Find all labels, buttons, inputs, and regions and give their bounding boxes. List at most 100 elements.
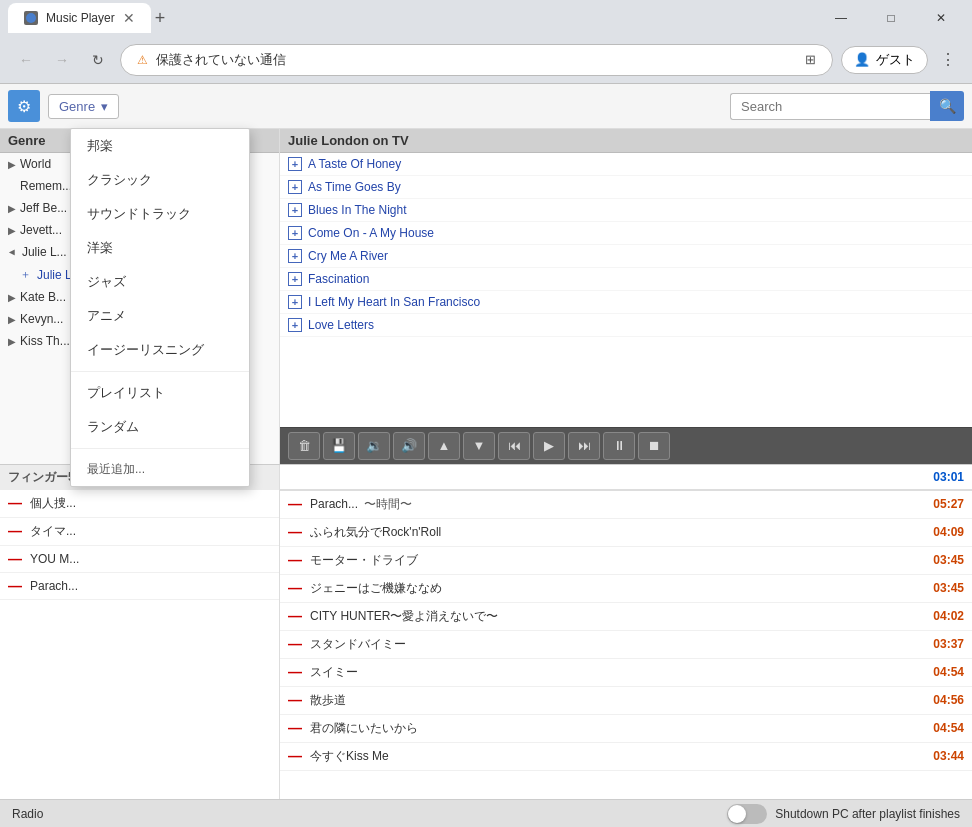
queue-item-motor[interactable]: — モーター・ドライブ 03:45 (280, 547, 972, 575)
queue-item-standbyme[interactable]: — スタンドバイミー 03:37 (280, 631, 972, 659)
prev-btn[interactable]: ⏮ (498, 432, 530, 460)
dropdown-item-random[interactable]: ランダム (71, 410, 249, 444)
search-btn[interactable]: 🔍 (930, 91, 964, 121)
url-bar[interactable]: ⚠ 保護されていない通信 ⊞ (120, 44, 833, 76)
url-text: 保護されていない通信 (156, 51, 797, 69)
remove-icon[interactable]: — (8, 578, 22, 594)
queue-item-cityhunter[interactable]: — CITY HUNTER〜愛よ消えないで〜 04:02 (280, 603, 972, 631)
close-btn[interactable]: ✕ (918, 3, 964, 33)
remove-icon[interactable]: — (8, 551, 22, 567)
track-item-8[interactable]: + Love Letters (280, 314, 972, 337)
queue-item-label: スタンドバイミー (310, 636, 406, 653)
dropdown-item-soundtrack[interactable]: サウンドトラック (71, 197, 249, 231)
dropdown-item-western[interactable]: 洋楽 (71, 231, 249, 265)
track-add-icon[interactable]: + (288, 318, 302, 332)
queue-item-jenny[interactable]: — ジェニーはご機嫌ななめ 03:45 (280, 575, 972, 603)
queue-item-label: ふられ気分でRock'n'Roll (310, 524, 441, 541)
track-list: + A Taste Of Honey + As Time Goes By + B… (280, 153, 972, 427)
queue-item-kimitonari[interactable]: — 君の隣にいたいから 04:54 (280, 715, 972, 743)
volume-up-btn[interactable]: 🔊 (393, 432, 425, 460)
remove-icon[interactable]: — (288, 580, 302, 596)
queue-item-sanpomichi[interactable]: — 散歩道 04:56 (280, 687, 972, 715)
toggle-knob (728, 805, 746, 823)
track-item-2[interactable]: + As Time Goes By (280, 176, 972, 199)
track-item-7[interactable]: + I Left My Heart In San Francisco (280, 291, 972, 314)
title-bar: Music Player ✕ + — □ ✕ (0, 0, 972, 36)
queue-duration: 04:54 (933, 721, 964, 735)
minimize-btn[interactable]: — (818, 3, 864, 33)
genre-dropdown-btn[interactable]: Genre ▾ (48, 94, 119, 119)
dropdown-item-recent[interactable]: 最近追加... (71, 453, 249, 486)
forward-btn[interactable]: → (48, 46, 76, 74)
new-tab-btn[interactable]: + (155, 8, 166, 29)
dropdown-item-classic[interactable]: クラシック (71, 163, 249, 197)
queue-right: 03:01 — Parach... 〜時間〜 05:27 — ふられ気分でRoc… (280, 465, 972, 800)
item-label: World (20, 157, 51, 171)
translate-icon[interactable]: ⊞ (805, 52, 816, 67)
stop-btn[interactable]: ⏹ (638, 432, 670, 460)
remove-icon[interactable]: — (288, 496, 302, 512)
shutdown-toggle[interactable] (727, 804, 767, 824)
dropdown-item-anime[interactable]: アニメ (71, 299, 249, 333)
item-label: Julie L... (22, 245, 67, 259)
remove-icon[interactable]: — (288, 608, 302, 624)
dropdown-item-easy[interactable]: イージーリスニング (71, 333, 249, 367)
queue-item-timer[interactable]: — タイマ... (0, 518, 279, 546)
track-title: Blues In The Night (308, 203, 407, 217)
volume-down-btn[interactable]: 🔉 (358, 432, 390, 460)
dropdown-item-playlist[interactable]: プレイリスト (71, 376, 249, 410)
queue-item-swimmy[interactable]: — スイミー 04:54 (280, 659, 972, 687)
track-item-3[interactable]: + Blues In The Night (280, 199, 972, 222)
queue-parachute[interactable]: — Parach... 〜時間〜 05:27 (280, 491, 972, 519)
move-down-btn[interactable]: ▼ (463, 432, 495, 460)
tab-close-btn[interactable]: ✕ (123, 10, 135, 26)
queue-item-youm[interactable]: — YOU M... (0, 546, 279, 573)
queue-item-kissme[interactable]: — 今すぐKiss Me 03:44 (280, 743, 972, 771)
remove-icon[interactable]: — (288, 636, 302, 652)
track-item-1[interactable]: + A Taste Of Honey (280, 153, 972, 176)
remove-icon[interactable]: — (288, 552, 302, 568)
browser-tab[interactable]: Music Player ✕ (8, 3, 151, 33)
track-add-icon[interactable]: + (288, 226, 302, 240)
profile-label: ゲスト (876, 51, 915, 69)
remove-icon[interactable]: — (288, 748, 302, 764)
remove-icon[interactable]: — (288, 692, 302, 708)
remove-icon[interactable]: — (288, 524, 302, 540)
queue-item-kojin[interactable]: — 個人捜... (0, 490, 279, 518)
pause-btn[interactable]: ⏸ (603, 432, 635, 460)
remove-icon[interactable]: — (288, 720, 302, 736)
track-add-icon[interactable]: + (288, 203, 302, 217)
dropdown-item-jpop[interactable]: 邦楽 (71, 129, 249, 163)
track-add-icon[interactable]: + (288, 180, 302, 194)
refresh-btn[interactable]: ↻ (84, 46, 112, 74)
dropdown-arrow-icon: ▾ (101, 99, 108, 114)
track-add-icon[interactable]: + (288, 295, 302, 309)
browser-menu-btn[interactable]: ⋮ (936, 46, 960, 73)
track-add-icon[interactable]: + (288, 249, 302, 263)
address-bar: ← → ↻ ⚠ 保護されていない通信 ⊞ 👤 ゲスト ⋮ (0, 36, 972, 84)
queue-top-item[interactable]: 03:01 (280, 465, 972, 491)
settings-btn[interactable]: ⚙ (8, 90, 40, 122)
track-add-icon[interactable]: + (288, 272, 302, 286)
window-controls: — □ ✕ (818, 3, 964, 33)
track-add-icon[interactable]: + (288, 157, 302, 171)
remove-icon[interactable]: — (288, 664, 302, 680)
play-btn[interactable]: ▶ (533, 432, 565, 460)
maximize-btn[interactable]: □ (868, 3, 914, 33)
queue-item-parach[interactable]: — Parach... (0, 573, 279, 600)
queue-duration: 05:27 (933, 497, 964, 511)
back-btn[interactable]: ← (12, 46, 40, 74)
track-item-5[interactable]: + Cry Me A River (280, 245, 972, 268)
delete-btn[interactable]: 🗑 (288, 432, 320, 460)
next-btn[interactable]: ⏭ (568, 432, 600, 460)
profile-btn[interactable]: 👤 ゲスト (841, 46, 928, 74)
track-item-6[interactable]: + Fascination (280, 268, 972, 291)
search-input[interactable] (730, 93, 930, 120)
move-up-btn[interactable]: ▲ (428, 432, 460, 460)
save-btn[interactable]: 💾 (323, 432, 355, 460)
track-item-4[interactable]: + Come On - A My House (280, 222, 972, 245)
dropdown-item-jazz[interactable]: ジャズ (71, 265, 249, 299)
remove-icon[interactable]: — (8, 523, 22, 539)
remove-icon[interactable]: — (8, 495, 22, 511)
queue-item-furareki[interactable]: — ふられ気分でRock'n'Roll 04:09 (280, 519, 972, 547)
